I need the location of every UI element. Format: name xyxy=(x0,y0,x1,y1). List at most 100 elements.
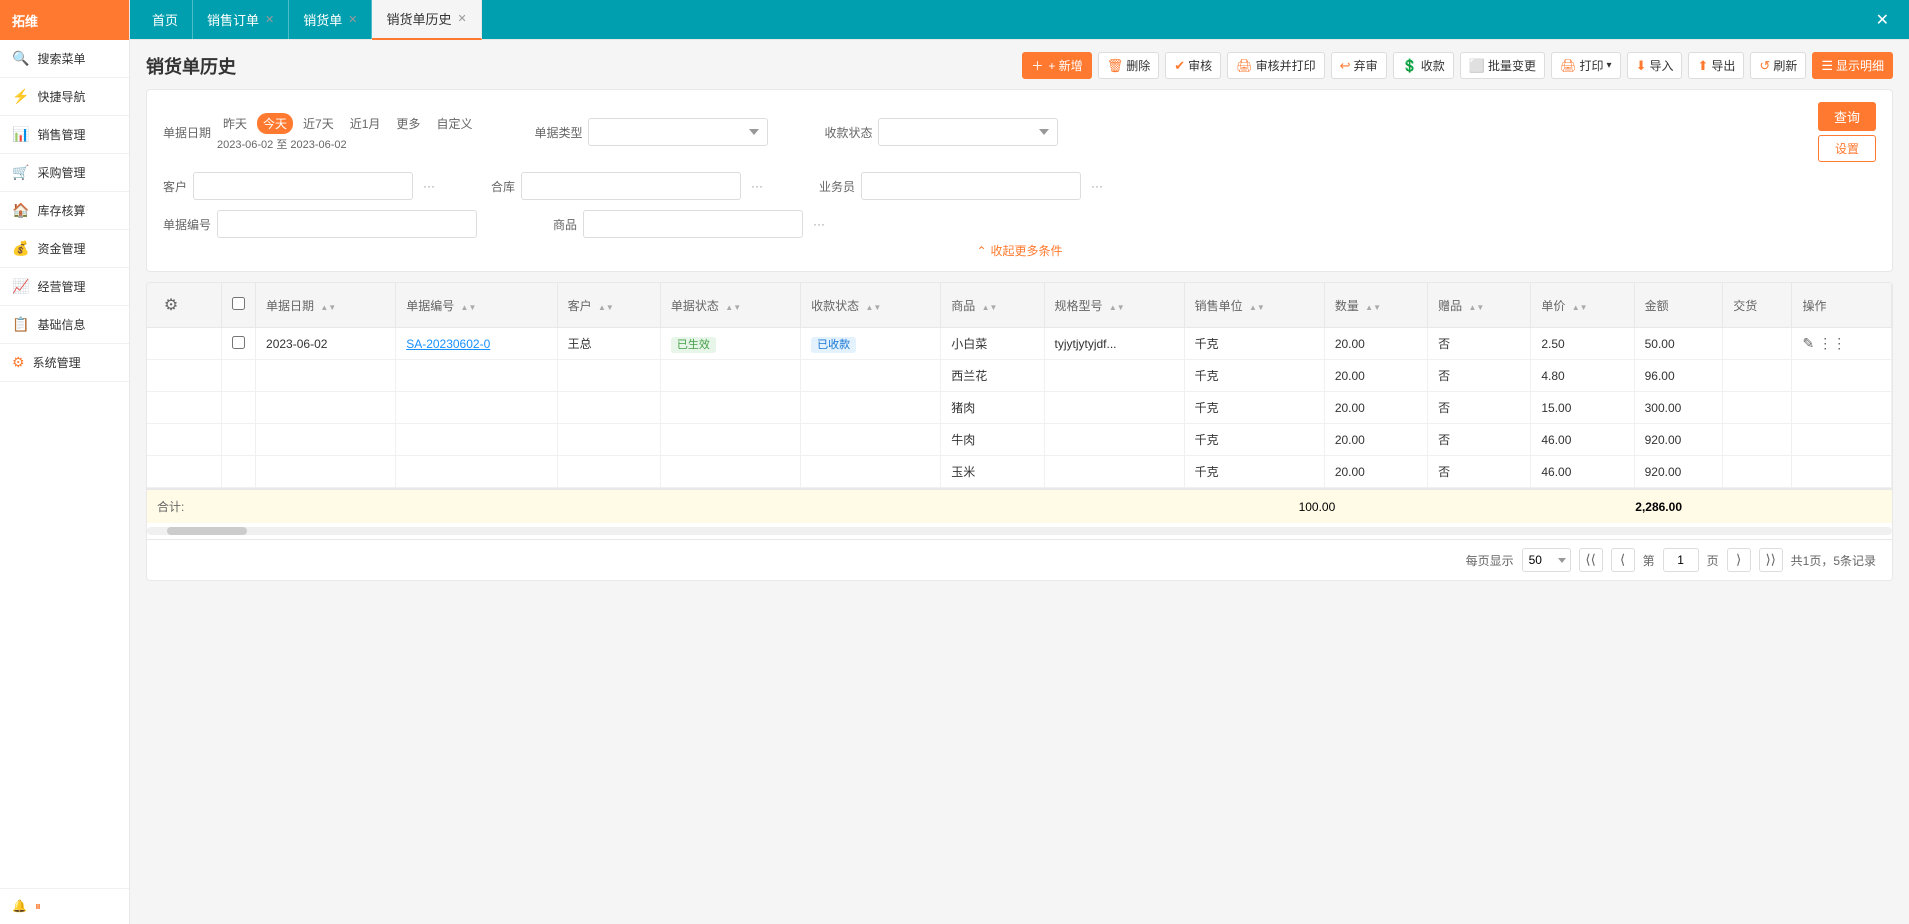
tab-sales-order[interactable]: 销售订单 ✕ xyxy=(193,0,289,40)
payment-status-select[interactable] xyxy=(878,118,1058,146)
print-button[interactable]: 🖨 打印 ▾ xyxy=(1551,52,1621,79)
col-unit[interactable]: 销售单位 ▲▼ xyxy=(1184,283,1324,328)
row-checkbox-cell[interactable] xyxy=(222,424,256,456)
col-doc-status[interactable]: 单据状态 ▲▼ xyxy=(660,283,800,328)
new-button[interactable]: ＋ + 新增 xyxy=(1022,52,1091,79)
row-checkbox[interactable] xyxy=(232,336,245,349)
customer-input[interactable] xyxy=(193,172,413,200)
sidebar-item-operations[interactable]: 📈 经营管理 xyxy=(0,268,129,306)
col-doc-date[interactable]: 单据日期 ▲▼ xyxy=(256,283,396,328)
show-detail-button[interactable]: ☰ 显示明细 xyxy=(1812,52,1893,79)
row-qty: 20.00 xyxy=(1324,392,1427,424)
more-action-icon[interactable]: ⋮⋮ xyxy=(1818,335,1846,352)
col-amount: 金额 xyxy=(1634,283,1723,328)
sidebar: 拓维 🔍 搜索菜单 ⚡ 快捷导航 📊 销售管理 🛒 采购管理 🏠 库存核算 💰 … xyxy=(0,0,130,924)
per-page-select[interactable]: 50 100 200 xyxy=(1522,548,1571,572)
goods-input[interactable] xyxy=(583,210,803,238)
collect-button[interactable]: 💲 收款 xyxy=(1393,52,1454,79)
sidebar-item-purchase-mgmt[interactable]: 🛒 采购管理 xyxy=(0,154,129,192)
col-doc-num[interactable]: 单据编号 ▲▼ xyxy=(396,283,557,328)
settings-button[interactable]: 设置 xyxy=(1818,135,1876,162)
tab-sales-goods[interactable]: 销货单 ✕ xyxy=(289,0,372,40)
close-tab-sales-history-icon[interactable]: ✕ xyxy=(458,12,467,25)
select-all-checkbox[interactable] xyxy=(232,297,245,310)
salesperson-input[interactable] xyxy=(861,172,1081,200)
query-button[interactable]: 查询 xyxy=(1818,102,1876,131)
warehouse-input[interactable] xyxy=(521,172,741,200)
doc-num-input[interactable] xyxy=(217,210,477,238)
row-doc-date xyxy=(256,424,396,456)
row-checkbox-cell[interactable] xyxy=(222,328,256,360)
last-page-button[interactable]: ⟩⟩ xyxy=(1759,548,1783,572)
audit-print-button[interactable]: 🖨 审核并打印 xyxy=(1227,52,1325,79)
col-payment-status[interactable]: 收款状态 ▲▼ xyxy=(801,283,941,328)
col-qty[interactable]: 数量 ▲▼ xyxy=(1324,283,1427,328)
horizontal-scrollbar[interactable] xyxy=(147,527,1892,535)
row-doc-num xyxy=(396,392,557,424)
import-button[interactable]: ⬇ 导入 xyxy=(1627,52,1683,79)
sidebar-item-finance[interactable]: 💰 资金管理 xyxy=(0,230,129,268)
customer-dots-button[interactable]: ··· xyxy=(423,179,435,193)
prev-page-button[interactable]: ⟨ xyxy=(1611,548,1635,572)
audit-print-icon: 🖨 xyxy=(1236,58,1253,74)
col-checkbox[interactable] xyxy=(222,283,256,328)
edit-action-icon[interactable]: ✎ xyxy=(1802,335,1814,352)
data-table: ⚙ 单据日期 ▲▼ 单据编号 ▲▼ xyxy=(147,283,1892,488)
sidebar-item-sales-mgmt[interactable]: 📊 销售管理 xyxy=(0,116,129,154)
col-customer[interactable]: 客户 ▲▼ xyxy=(557,283,660,328)
table-settings-icon[interactable]: ⚙ xyxy=(157,291,185,319)
batch-change-button[interactable]: ⬜ 批量变更 xyxy=(1460,52,1545,79)
sidebar-item-system-mgmt[interactable]: ⚙ 系统管理 xyxy=(0,344,129,382)
row-checkbox-cell[interactable] xyxy=(222,456,256,488)
sidebar-item-inventory[interactable]: 🏠 库存核算 xyxy=(0,192,129,230)
row-trade xyxy=(1723,360,1792,392)
sidebar-item-label: 搜索菜单 xyxy=(37,50,85,67)
refresh-button[interactable]: ↺ 刷新 xyxy=(1750,52,1806,79)
col-unit-price[interactable]: 单价 ▲▼ xyxy=(1531,283,1634,328)
shortcut-yesterday[interactable]: 昨天 xyxy=(217,113,253,134)
tab-sales-history[interactable]: 销货单历史 ✕ xyxy=(372,0,481,40)
col-settings[interactable]: ⚙ xyxy=(147,283,222,328)
abandon-icon: ↩ xyxy=(1340,58,1351,74)
col-goods[interactable]: 商品 ▲▼ xyxy=(941,283,1044,328)
pause-icon[interactable]: ⏸ xyxy=(35,899,41,914)
close-tab-sales-order-icon[interactable]: ✕ xyxy=(265,13,274,26)
shortcut-today[interactable]: 今天 xyxy=(257,113,293,134)
sort-doc-status-icon: ▲▼ xyxy=(725,304,741,312)
goods-dots-button[interactable]: ··· xyxy=(813,217,825,231)
abandon-button[interactable]: ↩ 弃审 xyxy=(1331,52,1387,79)
col-spec[interactable]: 规格型号 ▲▼ xyxy=(1044,283,1184,328)
audit-button[interactable]: ✔ 审核 xyxy=(1165,52,1221,79)
row-checkbox-cell[interactable] xyxy=(222,392,256,424)
doc-num-link[interactable]: SA-20230602-0 xyxy=(406,337,490,351)
sidebar-item-quick-nav[interactable]: ⚡ 快捷导航 xyxy=(0,78,129,116)
scrollbar-thumb[interactable] xyxy=(167,527,247,535)
page-number-input[interactable] xyxy=(1663,548,1699,572)
row-gift: 否 xyxy=(1428,456,1531,488)
warehouse-dots-button[interactable]: ··· xyxy=(751,179,763,193)
chart-icon: 📊 xyxy=(12,126,29,143)
shortcut-7days[interactable]: 近7天 xyxy=(297,113,340,134)
close-all-tabs-button[interactable]: ✕ xyxy=(1864,10,1901,30)
col-gift[interactable]: 赠品 ▲▼ xyxy=(1428,283,1531,328)
sort-spec-icon: ▲▼ xyxy=(1109,304,1125,312)
next-page-button[interactable]: ⟩ xyxy=(1727,548,1751,572)
sidebar-item-base-info[interactable]: 📋 基础信息 xyxy=(0,306,129,344)
shortcut-custom[interactable]: 自定义 xyxy=(430,113,478,134)
delete-button[interactable]: 🗑 删除 xyxy=(1098,52,1160,79)
tab-home[interactable]: 首页 xyxy=(138,0,193,40)
notification-icon[interactable]: 🔔 xyxy=(12,899,27,914)
sidebar-item-search-menu[interactable]: 🔍 搜索菜单 xyxy=(0,40,129,78)
shortcut-1month[interactable]: 近1月 xyxy=(344,113,387,134)
doc-type-select[interactable] xyxy=(588,118,768,146)
shortcut-more[interactable]: 更多 xyxy=(390,113,426,134)
batch-icon: ⬜ xyxy=(1469,58,1485,74)
row-unit: 千克 xyxy=(1184,424,1324,456)
first-page-button[interactable]: ⟨⟨ xyxy=(1579,548,1603,572)
filter-payment-status: 收款状态 xyxy=(824,118,1058,146)
collapse-button[interactable]: ⌃ 收起更多条件 xyxy=(163,242,1876,259)
salesperson-dots-button[interactable]: ··· xyxy=(1091,179,1103,193)
row-checkbox-cell[interactable] xyxy=(222,360,256,392)
export-button[interactable]: ⬆ 导出 xyxy=(1688,52,1744,79)
close-tab-sales-goods-icon[interactable]: ✕ xyxy=(348,13,357,26)
